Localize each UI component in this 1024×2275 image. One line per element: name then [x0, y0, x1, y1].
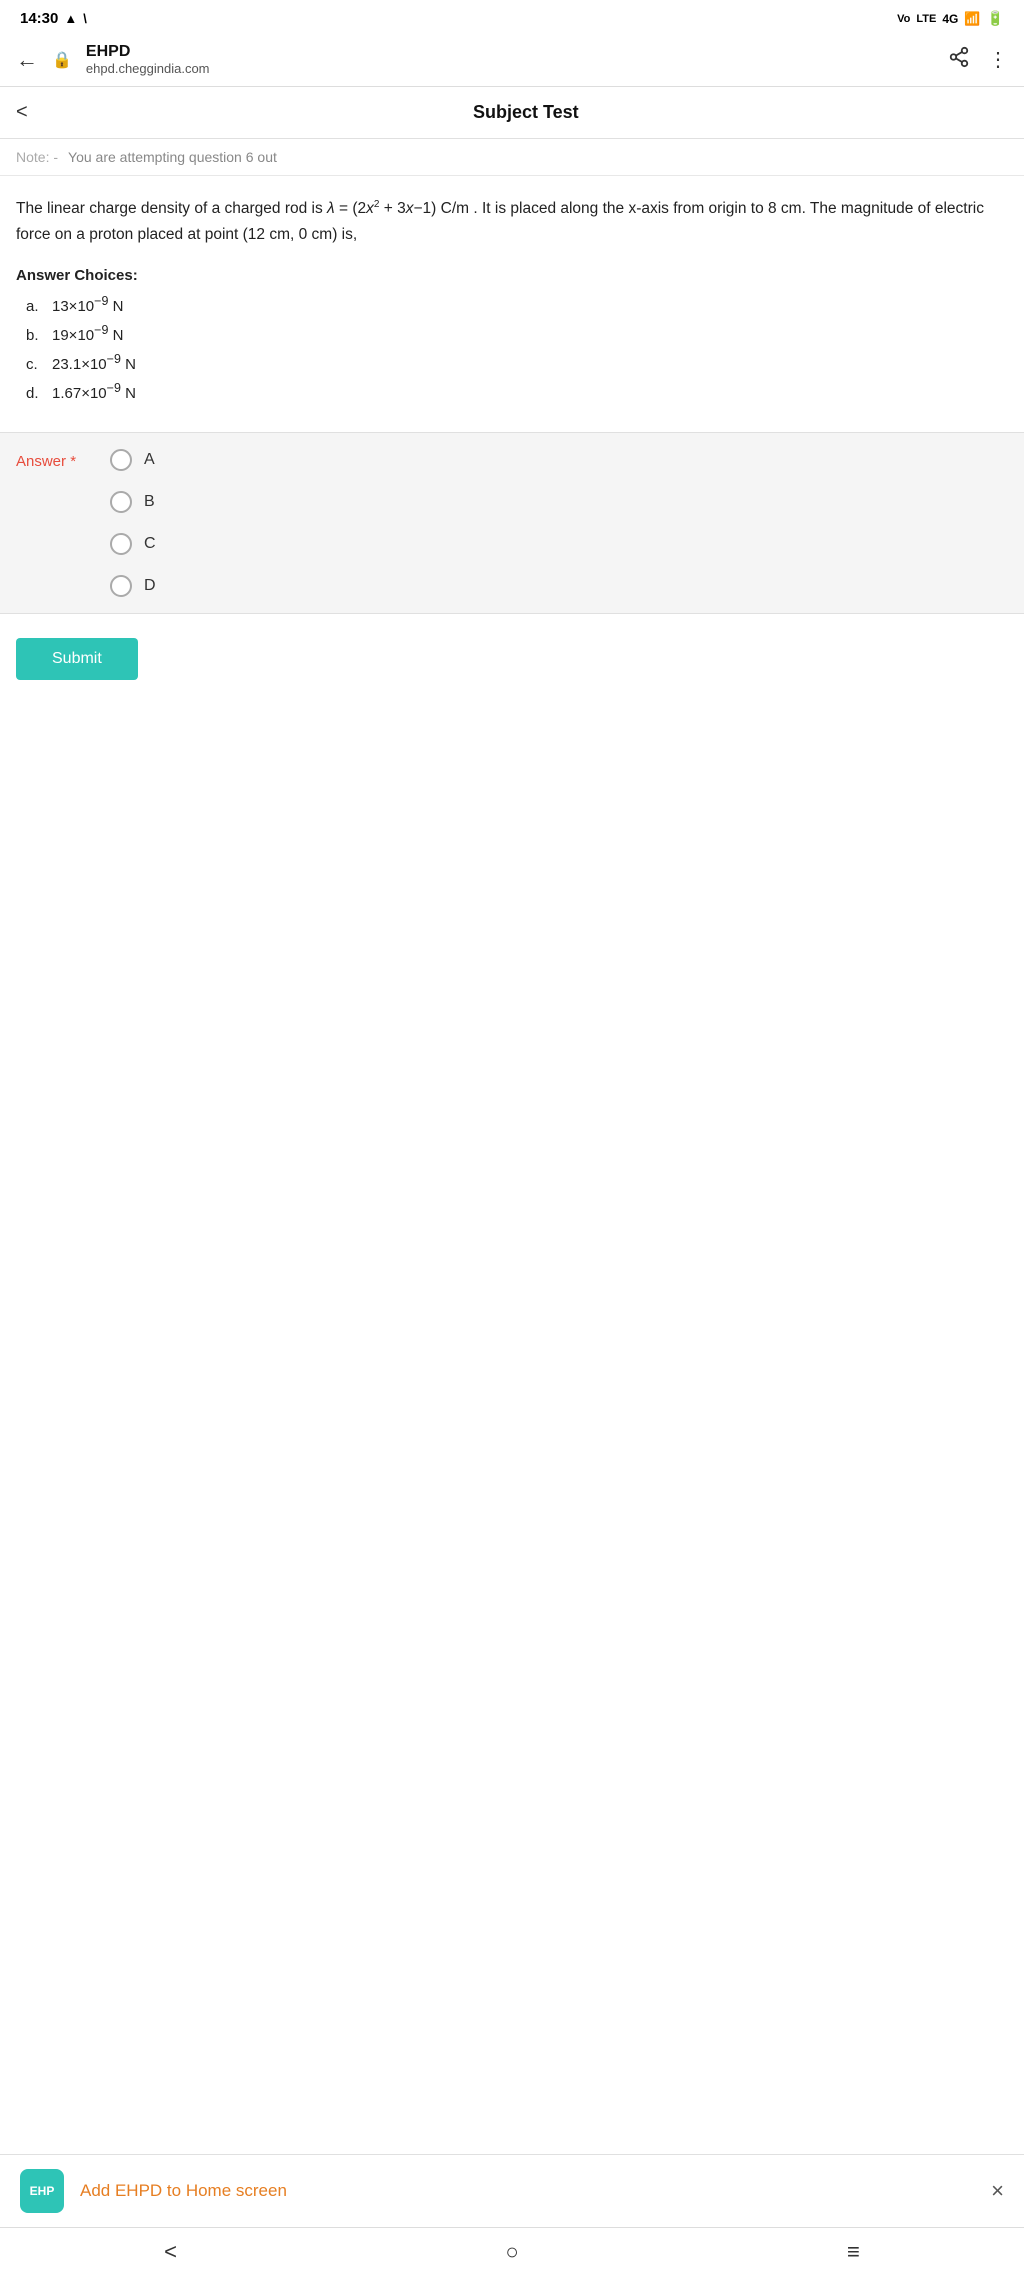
empty-spacer — [0, 704, 1024, 1804]
choice-c: c. 23.1×10−9 N — [26, 352, 1008, 373]
browser-actions: ⋮ — [948, 46, 1008, 74]
banner-icon: EHP — [20, 2169, 64, 2213]
banner-close-button[interactable]: × — [991, 2178, 1004, 2204]
page-back-button[interactable]: < — [16, 101, 28, 124]
network-4g-icon: 4G — [942, 12, 958, 26]
status-left: 14:30 ▲ \ — [20, 10, 87, 27]
choice-b: b. 19×10−9 N — [26, 323, 1008, 344]
required-marker: * — [66, 453, 76, 470]
answer-choices-label: Answer Choices: — [16, 267, 1008, 284]
radio-label-b: B — [144, 493, 155, 511]
radio-option-a[interactable]: A — [110, 449, 1008, 471]
radio-label-a: A — [144, 451, 155, 469]
choice-a-letter: a. — [26, 298, 44, 315]
browser-back-button[interactable]: ← — [16, 47, 38, 73]
signal-slash-icon: \ — [83, 11, 87, 26]
radio-circle-a — [110, 449, 132, 471]
radio-option-c[interactable]: C — [110, 533, 1008, 555]
nav-menu-button[interactable]: ≡ — [807, 2233, 900, 2271]
question-text: The linear charge density of a charged r… — [16, 196, 1008, 247]
volte-icon: Vo — [897, 13, 910, 25]
radio-circle-c — [110, 533, 132, 555]
alert-icon: ▲ — [64, 11, 77, 26]
answer-label: Answer — [16, 453, 66, 470]
choice-b-letter: b. — [26, 327, 44, 344]
status-time: 14:30 — [20, 10, 58, 27]
choice-c-letter: c. — [26, 356, 44, 373]
question-area: The linear charge density of a charged r… — [0, 176, 1024, 432]
site-url: ehpd.cheggindia.com — [86, 61, 934, 76]
bottom-nav: < ○ ≡ — [0, 2227, 1024, 2275]
note-bar: Note: - You are attempting question 6 ou… — [0, 139, 1024, 176]
choice-a: a. 13×10−9 N — [26, 294, 1008, 315]
radio-option-b[interactable]: B — [110, 491, 1008, 513]
radio-circle-b — [110, 491, 132, 513]
site-name: EHPD — [86, 43, 934, 61]
nav-back-button[interactable]: < — [124, 2233, 217, 2271]
choice-b-value: 19×10−9 N — [52, 323, 123, 344]
radio-circle-d — [110, 575, 132, 597]
answer-label-col: Answer * — [0, 433, 110, 490]
share-icon[interactable] — [948, 46, 970, 74]
submit-button[interactable]: Submit — [16, 638, 138, 680]
radio-label-c: C — [144, 535, 156, 553]
status-bar: 14:30 ▲ \ Vo LTE 4G 📶 🔋 — [0, 0, 1024, 33]
choices-list: a. 13×10−9 N b. 19×10−9 N c. 23.1×10−9 N… — [16, 294, 1008, 402]
lte-icon: LTE — [916, 13, 936, 25]
lock-icon: 🔒 — [52, 50, 72, 70]
radio-option-d[interactable]: D — [110, 575, 1008, 597]
page-header: < Subject Test — [0, 87, 1024, 139]
radio-label-d: D — [144, 577, 156, 595]
answer-options-col: A B C D — [110, 433, 1024, 613]
choice-d: d. 1.67×10−9 N — [26, 381, 1008, 402]
banner-text: Add EHPD to Home screen — [80, 2181, 975, 2201]
more-options-icon[interactable]: ⋮ — [988, 47, 1008, 72]
choice-a-value: 13×10−9 N — [52, 294, 123, 315]
browser-url: EHPD ehpd.cheggindia.com — [86, 43, 934, 76]
answer-section: Answer * A B C D — [0, 432, 1024, 614]
status-right: Vo LTE 4G 📶 🔋 — [897, 10, 1004, 27]
note-text: You are attempting question 6 out — [68, 149, 277, 165]
browser-bar: ← 🔒 EHPD ehpd.cheggindia.com ⋮ — [0, 33, 1024, 87]
note-label: Note: - — [16, 149, 58, 165]
nav-home-button[interactable]: ○ — [465, 2233, 558, 2271]
submit-area: Submit — [0, 614, 1024, 704]
bottom-banner: EHP Add EHPD to Home screen × — [0, 2154, 1024, 2227]
choice-d-letter: d. — [26, 385, 44, 402]
signal-bars-icon: 📶 — [964, 11, 980, 27]
choice-c-value: 23.1×10−9 N — [52, 352, 136, 373]
battery-icon: 🔋 — [987, 10, 1004, 27]
page-title: Subject Test — [44, 102, 1008, 123]
choice-d-value: 1.67×10−9 N — [52, 381, 136, 402]
